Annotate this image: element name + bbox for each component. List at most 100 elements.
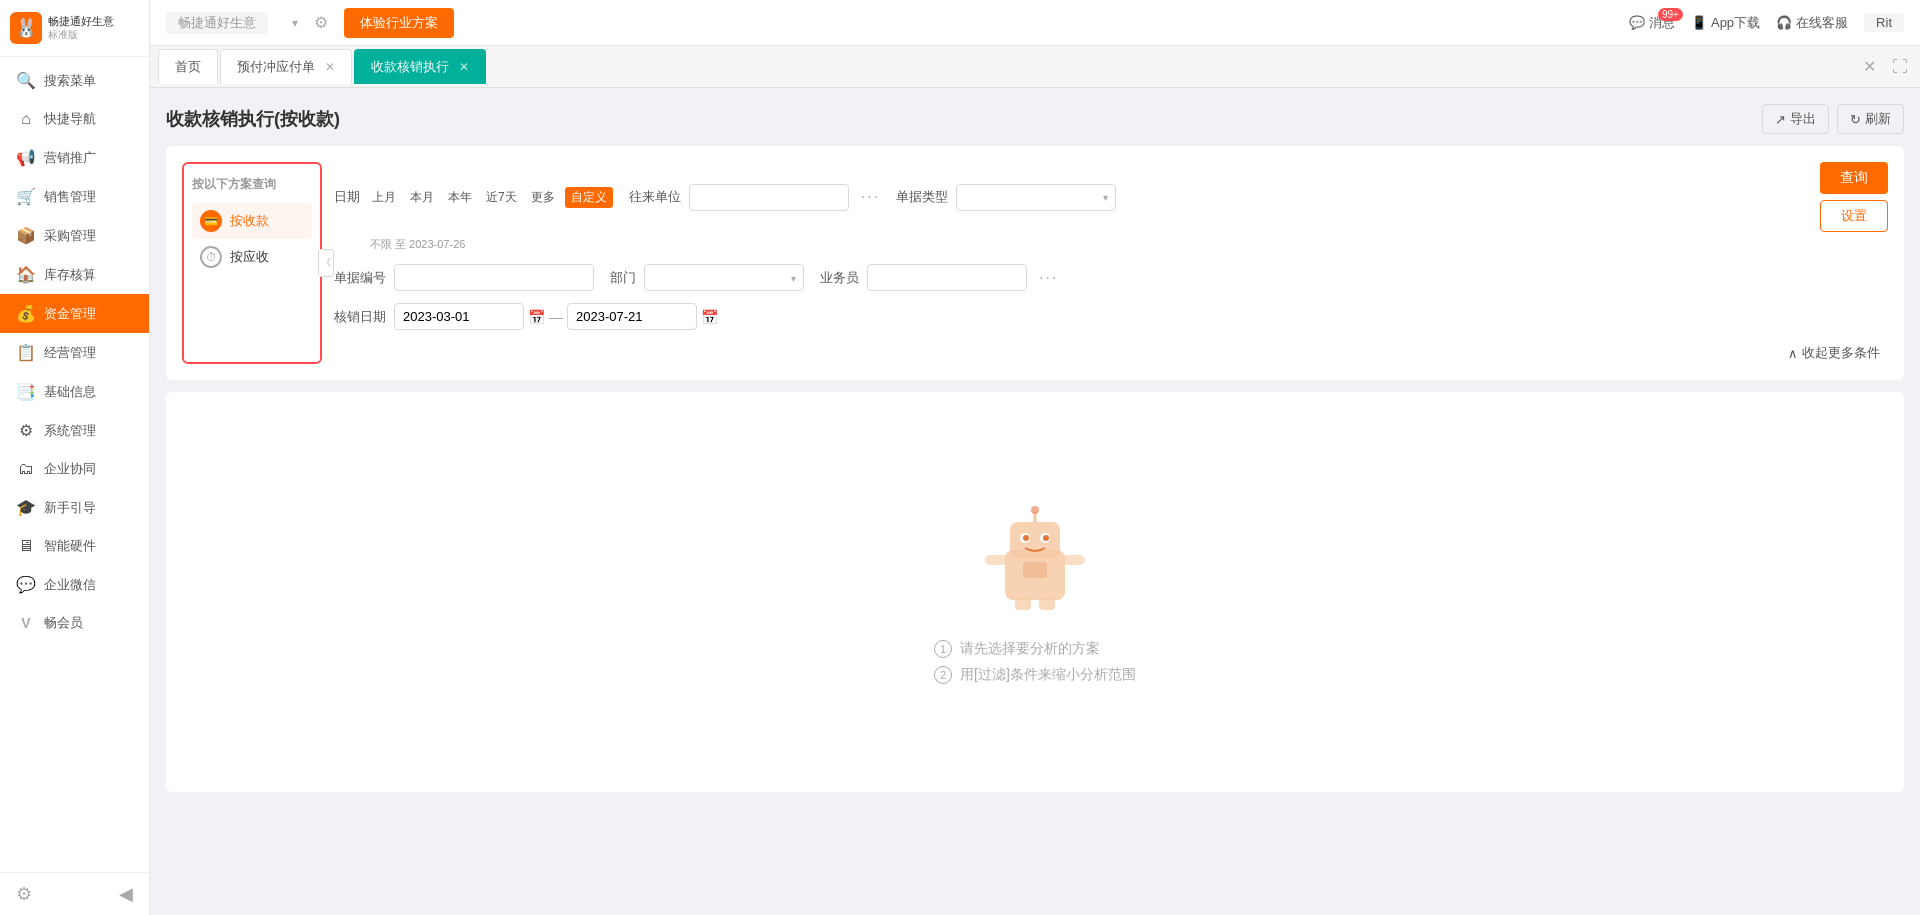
collapse-arrow-icon: 《 bbox=[321, 256, 331, 270]
industry-btn[interactable]: 体验行业方案 bbox=[344, 8, 454, 38]
docnum-input[interactable] bbox=[394, 264, 594, 291]
filter-docnum-field: 单据编号 bbox=[334, 264, 594, 291]
by-receipt-label: 按收款 bbox=[230, 212, 269, 230]
sidebar-item-label-search-menu: 搜索菜单 bbox=[44, 72, 96, 90]
sidebar-item-quick-nav[interactable]: ⌂ 快捷导航 bbox=[0, 100, 149, 138]
filter-sidebar-collapse[interactable]: 《 bbox=[318, 249, 334, 277]
sidebar-item-label-vip: 畅会员 bbox=[44, 614, 83, 632]
filter-option-by-receipt[interactable]: 💳 按收款 bbox=[192, 203, 312, 239]
verify-date-label: 核销日期 bbox=[334, 308, 386, 326]
tabbar-close-btn[interactable]: ✕ bbox=[1859, 53, 1880, 80]
hint-2-text: 用[过滤]条件来缩小分析范围 bbox=[960, 666, 1136, 684]
verify-date-start[interactable] bbox=[394, 303, 524, 330]
tab-prepay-close[interactable]: ✕ bbox=[325, 60, 335, 74]
verify-date-end-cal[interactable]: 📅 bbox=[701, 309, 718, 325]
staff-dots[interactable]: ··· bbox=[1039, 269, 1058, 287]
tab-prepay[interactable]: 预付冲应付单 ✕ bbox=[220, 49, 352, 84]
sidebar-item-guide[interactable]: 🎓 新手引导 bbox=[0, 488, 149, 527]
query-button[interactable]: 查询 bbox=[1820, 162, 1888, 194]
filter-sidebar: 按以下方案查询 💳 按收款 ⏱ 按应收 《 bbox=[182, 162, 322, 364]
filter-option-by-receivable[interactable]: ⏱ 按应收 bbox=[192, 239, 312, 275]
sidebar-item-label-operation: 经营管理 bbox=[44, 344, 96, 362]
filter-panel: 按以下方案查询 💳 按收款 ⏱ 按应收 《 bbox=[166, 146, 1904, 380]
date-this-month[interactable]: 本月 bbox=[406, 187, 438, 208]
tab-receipt-close[interactable]: ✕ bbox=[459, 60, 469, 74]
svg-rect-10 bbox=[1015, 598, 1031, 610]
topbar-dropdown-arrow[interactable]: ▾ bbox=[292, 16, 298, 30]
partner-input[interactable] bbox=[689, 184, 849, 211]
hardware-icon: 🖥 bbox=[16, 537, 36, 555]
enterprise-icon: 🗂 bbox=[16, 460, 36, 478]
sidebar-item-enterprise[interactable]: 🗂 企业协同 bbox=[0, 450, 149, 488]
date-sub-wrap: 不限 至 2023-07-26 bbox=[370, 236, 1888, 252]
sales-icon: 🛒 bbox=[16, 187, 36, 206]
svg-rect-12 bbox=[1023, 562, 1047, 578]
svg-rect-8 bbox=[985, 555, 1007, 565]
date-last-month[interactable]: 上月 bbox=[368, 187, 400, 208]
date-separator: — bbox=[549, 309, 563, 325]
sidebar-item-basic-info[interactable]: 📑 基础信息 bbox=[0, 372, 149, 411]
tab-receipt-cancel[interactable]: 收款核销执行 ✕ bbox=[354, 49, 486, 84]
sidebar-item-system[interactable]: ⚙ 系统管理 bbox=[0, 411, 149, 450]
sidebar-collapse-icon[interactable]: ◀ bbox=[119, 883, 133, 905]
sidebar-item-vip[interactable]: V 畅会员 bbox=[0, 604, 149, 642]
sidebar-item-inventory[interactable]: 🏠 库存核算 bbox=[0, 255, 149, 294]
app-icon: 📱 bbox=[1691, 15, 1707, 30]
tabbar-expand-btn[interactable]: ⛶ bbox=[1888, 53, 1912, 80]
tab-home-label: 首页 bbox=[175, 58, 201, 76]
verify-date-end[interactable] bbox=[567, 303, 697, 330]
operation-icon: 📋 bbox=[16, 343, 36, 362]
settings-button[interactable]: 设置 bbox=[1820, 200, 1888, 232]
sidebar-item-wechat[interactable]: 💬 企业微信 bbox=[0, 565, 149, 604]
sidebar-settings-icon[interactable]: ⚙ bbox=[16, 883, 32, 905]
svg-rect-11 bbox=[1039, 598, 1055, 610]
topbar-service[interactable]: 🎧 在线客服 bbox=[1776, 14, 1848, 32]
svg-rect-9 bbox=[1063, 555, 1085, 565]
date-7days[interactable]: 近7天 bbox=[482, 187, 521, 208]
refresh-button[interactable]: ↻ 刷新 bbox=[1837, 104, 1904, 134]
filter-partner-field: 往来单位 ··· bbox=[629, 184, 880, 211]
message-badge: 99+ bbox=[1658, 8, 1683, 21]
sidebar-item-label-sales: 销售管理 bbox=[44, 188, 96, 206]
doctype-select[interactable] bbox=[956, 184, 1116, 211]
export-button[interactable]: ↗ 导出 bbox=[1762, 104, 1829, 134]
sidebar-item-capital[interactable]: 💰 资金管理 bbox=[0, 294, 149, 333]
topbar-app-download[interactable]: 📱 App下载 bbox=[1691, 14, 1760, 32]
date-custom[interactable]: 自定义 bbox=[565, 187, 613, 208]
main-area: 畅捷通好生意 ▾ ⚙ 体验行业方案 💬 消息 99+ 📱 App下载 🎧 在线客… bbox=[150, 0, 1920, 915]
sidebar-item-sales[interactable]: 🛒 销售管理 bbox=[0, 177, 149, 216]
tab-home[interactable]: 首页 bbox=[158, 49, 218, 84]
refresh-icon: ↻ bbox=[1850, 112, 1861, 127]
sidebar-item-label-wechat: 企业微信 bbox=[44, 576, 96, 594]
staff-input[interactable] bbox=[867, 264, 1027, 291]
filter-verify-date-field: 核销日期 📅 — 📅 bbox=[334, 303, 718, 330]
by-receipt-icon: 💳 bbox=[200, 210, 222, 232]
refresh-label: 刷新 bbox=[1865, 110, 1891, 128]
date-this-year[interactable]: 本年 bbox=[444, 187, 476, 208]
collapse-more-label: 收起更多条件 bbox=[1802, 344, 1880, 362]
sidebar-item-label-system: 系统管理 bbox=[44, 422, 96, 440]
hint-1-text: 请先选择要分析的方案 bbox=[960, 640, 1100, 658]
sidebar-item-label-capital: 资金管理 bbox=[44, 305, 96, 323]
page-content: 收款核销执行(按收款) ↗ 导出 ↻ 刷新 按以下方案查询 💳 按收款 bbox=[150, 88, 1920, 915]
partner-dots[interactable]: ··· bbox=[861, 188, 880, 206]
date-more[interactable]: 更多 bbox=[527, 187, 559, 208]
message-icon: 💬 bbox=[1629, 15, 1645, 30]
topbar-user-name[interactable]: Rit bbox=[1864, 13, 1904, 32]
verify-date-start-cal[interactable]: 📅 bbox=[528, 309, 545, 325]
dept-select[interactable] bbox=[644, 264, 804, 291]
sidebar-item-search-menu[interactable]: 🔍 搜索菜单 bbox=[0, 61, 149, 100]
empty-hint-2: 2 用[过滤]条件来缩小分析范围 bbox=[934, 666, 1136, 684]
sidebar-item-operation[interactable]: 📋 经营管理 bbox=[0, 333, 149, 372]
sidebar-item-purchase[interactable]: 📦 采购管理 bbox=[0, 216, 149, 255]
guide-icon: 🎓 bbox=[16, 498, 36, 517]
verify-date-inputs: 📅 — 📅 bbox=[394, 303, 718, 330]
topbar-right: 💬 消息 99+ 📱 App下载 🎧 在线客服 Rit bbox=[1629, 13, 1904, 32]
page-actions: ↗ 导出 ↻ 刷新 bbox=[1762, 104, 1904, 134]
sidebar-item-hardware[interactable]: 🖥 智能硬件 bbox=[0, 527, 149, 565]
collapse-up-icon: ∧ bbox=[1788, 346, 1798, 361]
topbar-gear-icon[interactable]: ⚙ bbox=[310, 9, 332, 36]
sidebar-item-marketing[interactable]: 📢 营销推广 bbox=[0, 138, 149, 177]
topbar-message[interactable]: 💬 消息 99+ bbox=[1629, 14, 1675, 32]
collapse-more-btn[interactable]: ∧ 收起更多条件 bbox=[334, 342, 1888, 364]
